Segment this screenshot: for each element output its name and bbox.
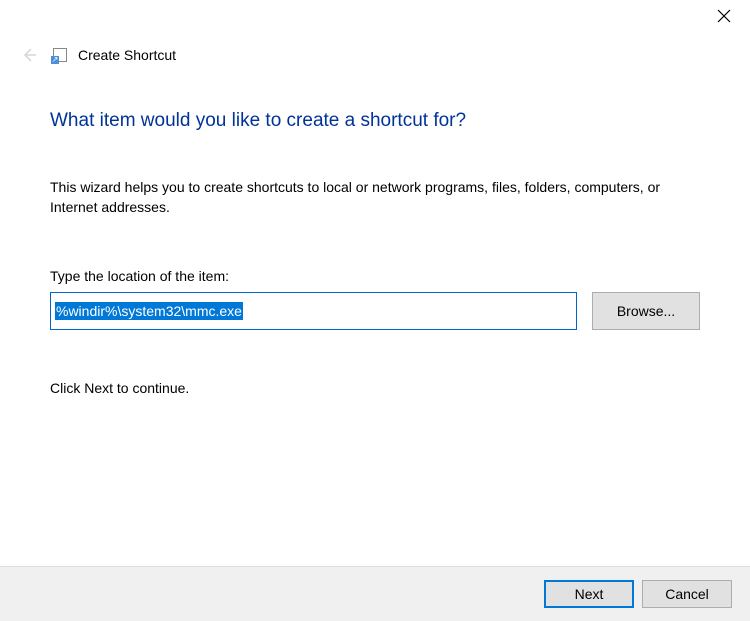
page-heading: What item would you like to create a sho… xyxy=(50,110,700,132)
next-button[interactable]: Next xyxy=(544,580,634,608)
continue-text: Click Next to continue. xyxy=(50,380,700,396)
cancel-button[interactable]: Cancel xyxy=(642,580,732,608)
back-arrow-icon xyxy=(20,46,38,64)
titlebar xyxy=(0,0,750,40)
wizard-header: Create Shortcut xyxy=(0,40,750,70)
browse-button[interactable]: Browse... xyxy=(592,292,700,330)
shortcut-icon xyxy=(52,47,68,63)
location-value-selected: %windir%\system32\mmc.exe xyxy=(55,302,243,320)
footer-bar: Next Cancel xyxy=(0,566,750,621)
location-label: Type the location of the item: xyxy=(50,268,700,284)
input-row: %windir%\system32\mmc.exe Browse... xyxy=(50,292,700,330)
wizard-title: Create Shortcut xyxy=(78,47,176,63)
description-text: This wizard helps you to create shortcut… xyxy=(50,177,700,218)
location-input[interactable]: %windir%\system32\mmc.exe xyxy=(50,292,577,330)
content-area: What item would you like to create a sho… xyxy=(0,110,750,396)
close-button[interactable] xyxy=(716,8,732,24)
back-button xyxy=(20,46,38,64)
close-icon xyxy=(717,9,731,23)
